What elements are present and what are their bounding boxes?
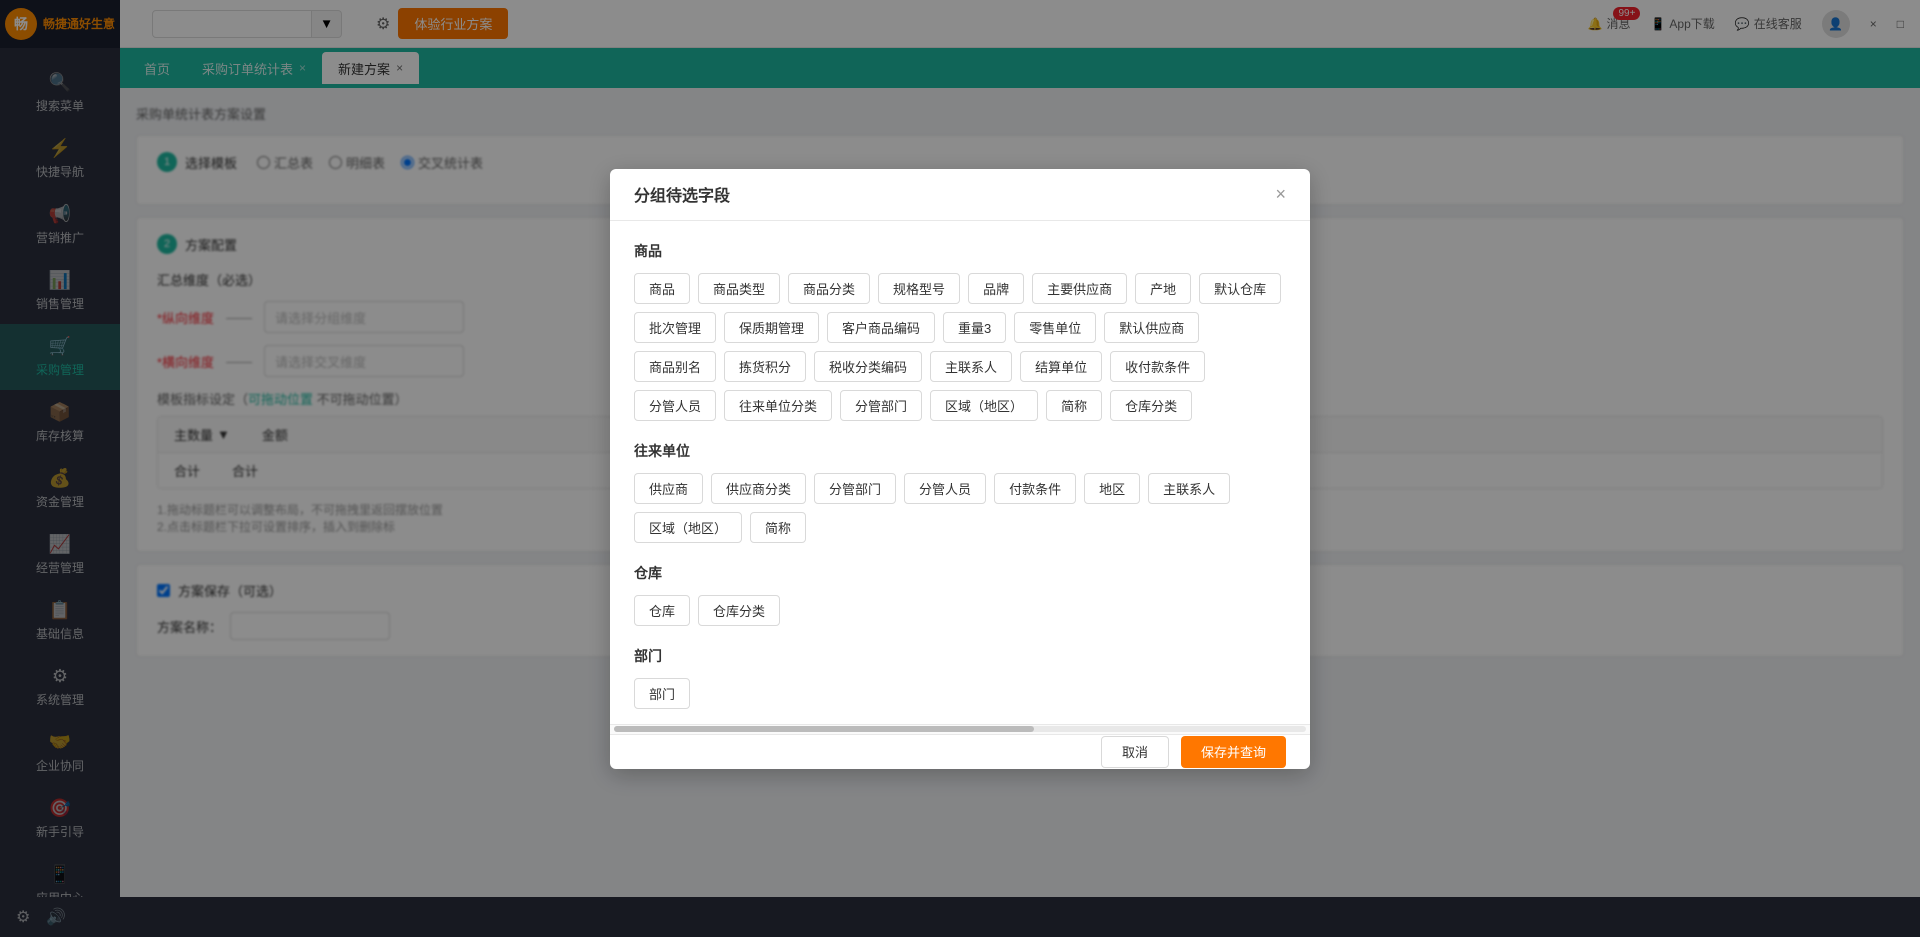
field-group-warehouse: 仓库 仓库 仓库分类 (634, 563, 1286, 626)
field-tag-cp-supervisor[interactable]: 分管人员 (904, 473, 986, 504)
field-tags-product: 商品 商品类型 商品分类 规格型号 品牌 主要供应商 产地 默认仓库 批次管理 … (634, 273, 1286, 421)
dialog-title: 分组待选字段 (634, 182, 730, 206)
field-tag-product-payment-terms[interactable]: 收付款条件 (1110, 351, 1205, 382)
field-tag-cp-main-contact[interactable]: 主联系人 (1148, 473, 1230, 504)
field-group-product-title: 商品 (634, 241, 1286, 261)
field-tag-dept-dept[interactable]: 部门 (634, 678, 690, 709)
field-tag-product-main-contact[interactable]: 主联系人 (930, 351, 1012, 382)
field-group-counterparty: 往来单位 供应商 供应商分类 分管部门 分管人员 付款条件 地区 主联系人 区域… (634, 441, 1286, 543)
field-tag-product-spec[interactable]: 规格型号 (878, 273, 960, 304)
field-tag-product-region[interactable]: 区域（地区） (930, 390, 1038, 421)
field-tag-warehouse-warehouse[interactable]: 仓库 (634, 595, 690, 626)
field-tag-product-main-supplier[interactable]: 主要供应商 (1032, 273, 1127, 304)
field-tag-product-settlement-unit[interactable]: 结算单位 (1020, 351, 1102, 382)
field-tag-product-default-warehouse[interactable]: 默认仓库 (1199, 273, 1281, 304)
field-tag-product-default-supplier[interactable]: 默认供应商 (1104, 312, 1199, 343)
field-tags-counterparty: 供应商 供应商分类 分管部门 分管人员 付款条件 地区 主联系人 区域（地区） … (634, 473, 1286, 543)
dialog-header: 分组待选字段 × (610, 169, 1310, 221)
field-tag-product-origin[interactable]: 产地 (1135, 273, 1191, 304)
field-tag-cp-supplier-cat[interactable]: 供应商分类 (711, 473, 806, 504)
dialog-hscroll[interactable] (610, 724, 1310, 734)
field-select-dialog: 分组待选字段 × 商品 商品 商品类型 商品分类 规格型号 品牌 主要供应商 产… (610, 169, 1310, 769)
field-tag-product-dept[interactable]: 分管部门 (840, 390, 922, 421)
field-tag-cp-short-name[interactable]: 简称 (750, 512, 806, 543)
field-tag-product-brand[interactable]: 品牌 (968, 273, 1024, 304)
field-tag-product-warehouse-cat[interactable]: 仓库分类 (1110, 390, 1192, 421)
field-tag-product-product[interactable]: 商品 (634, 273, 690, 304)
field-group-department: 部门 部门 (634, 646, 1286, 709)
field-tag-product-pick-points[interactable]: 拣货积分 (724, 351, 806, 382)
field-tag-product-weight[interactable]: 重量3 (943, 312, 1006, 343)
field-tag-warehouse-category[interactable]: 仓库分类 (698, 595, 780, 626)
field-tag-product-tax-code[interactable]: 税收分类编码 (814, 351, 922, 382)
dialog-footer: 取消 保存并查询 (610, 734, 1310, 769)
field-group-product: 商品 商品 商品类型 商品分类 规格型号 品牌 主要供应商 产地 默认仓库 批次… (634, 241, 1286, 421)
field-tag-product-supervisor[interactable]: 分管人员 (634, 390, 716, 421)
dialog-cancel-button[interactable]: 取消 (1101, 736, 1169, 768)
field-tag-cp-payment-terms[interactable]: 付款条件 (994, 473, 1076, 504)
field-tag-product-batch[interactable]: 批次管理 (634, 312, 716, 343)
field-tag-product-short-name[interactable]: 简称 (1046, 390, 1102, 421)
field-tag-product-customer-code[interactable]: 客户商品编码 (827, 312, 935, 343)
field-tags-warehouse: 仓库 仓库分类 (634, 595, 1286, 626)
field-tag-cp-area-region[interactable]: 区域（地区） (634, 512, 742, 543)
field-tag-cp-dept[interactable]: 分管部门 (814, 473, 896, 504)
field-tags-department: 部门 (634, 678, 1286, 709)
dialog-confirm-button[interactable]: 保存并查询 (1181, 736, 1286, 768)
field-tag-product-alias[interactable]: 商品别名 (634, 351, 716, 382)
field-tag-cp-supplier[interactable]: 供应商 (634, 473, 703, 504)
dialog-body[interactable]: 商品 商品 商品类型 商品分类 规格型号 品牌 主要供应商 产地 默认仓库 批次… (610, 221, 1310, 725)
field-tag-cp-region[interactable]: 地区 (1084, 473, 1140, 504)
field-group-warehouse-title: 仓库 (634, 563, 1286, 583)
field-tag-product-unit-category[interactable]: 往来单位分类 (724, 390, 832, 421)
field-group-counterparty-title: 往来单位 (634, 441, 1286, 461)
dialog-close-button[interactable]: × (1275, 184, 1286, 205)
field-tag-product-expiry[interactable]: 保质期管理 (724, 312, 819, 343)
field-tag-product-category[interactable]: 商品分类 (788, 273, 870, 304)
modal-overlay: 分组待选字段 × 商品 商品 商品类型 商品分类 规格型号 品牌 主要供应商 产… (0, 0, 1920, 937)
field-group-department-title: 部门 (634, 646, 1286, 666)
field-tag-product-retail-unit[interactable]: 零售单位 (1014, 312, 1096, 343)
field-tag-product-type[interactable]: 商品类型 (698, 273, 780, 304)
hscroll-thumb[interactable] (614, 726, 1034, 732)
